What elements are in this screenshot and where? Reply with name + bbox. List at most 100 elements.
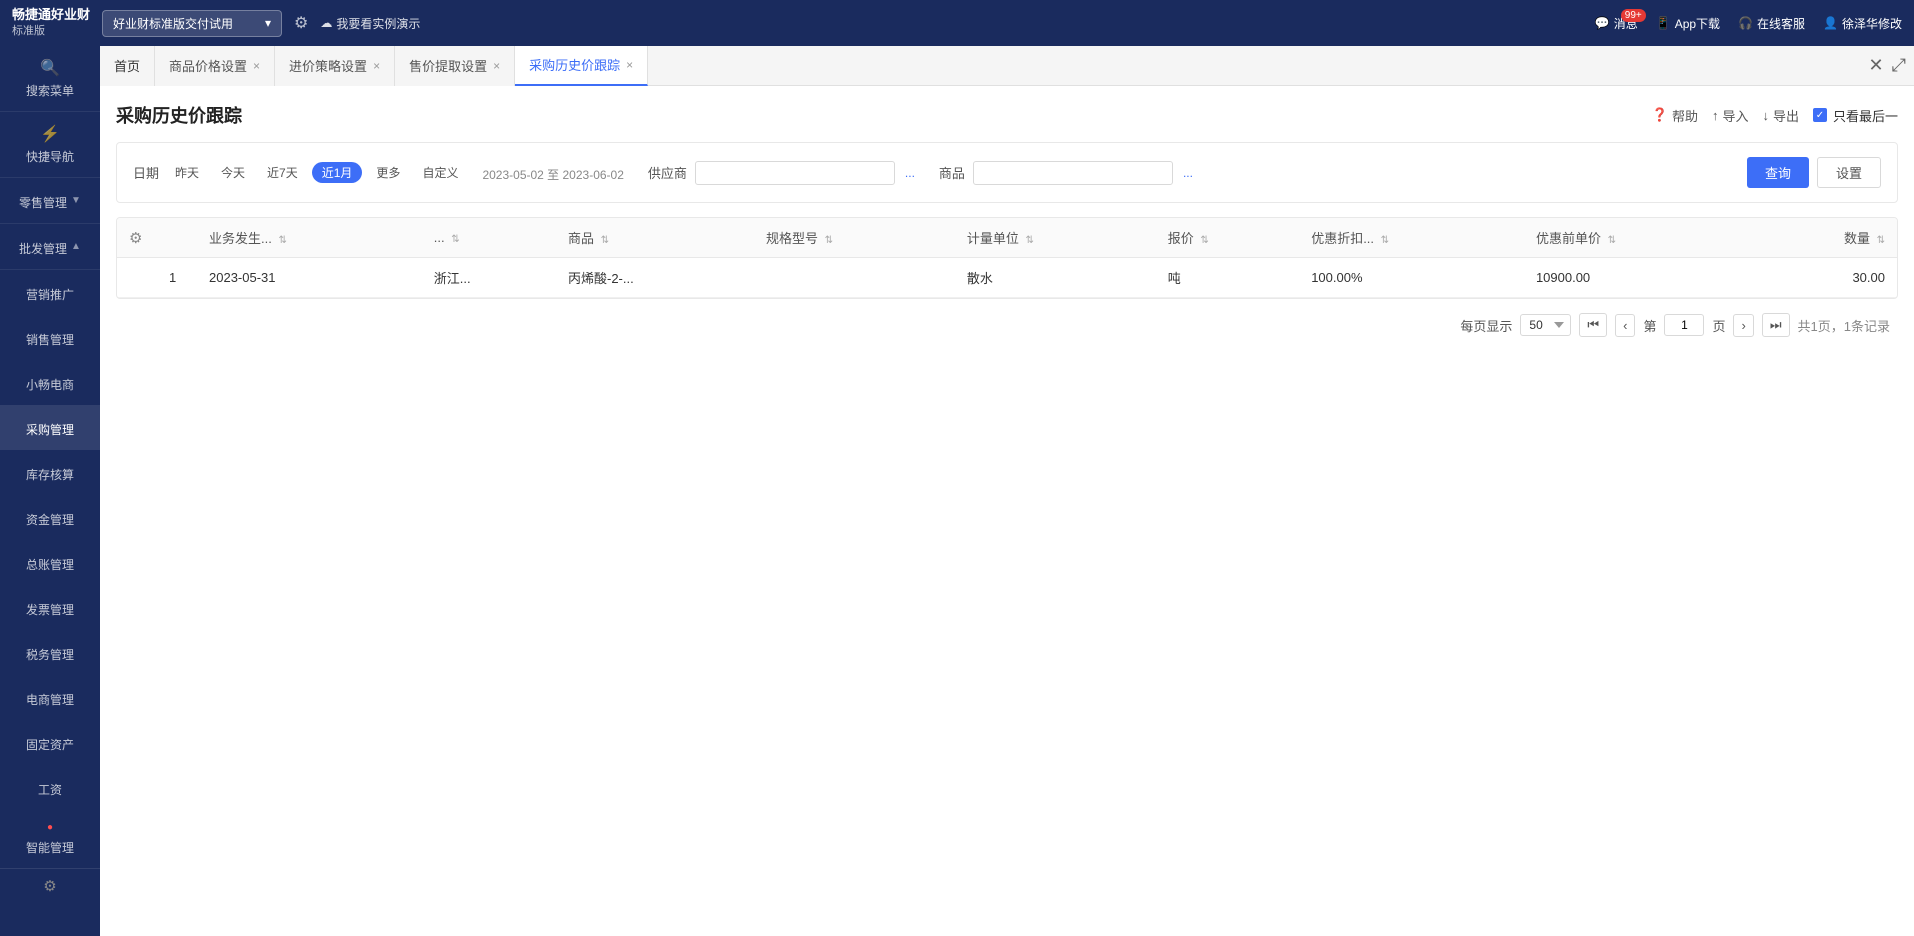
tab-purchase-strategy-label: 进价策略设置: [289, 56, 367, 75]
sidebar-item-inventory[interactable]: 库存核算: [0, 450, 100, 495]
tab-bar: 首页 商品价格设置 × 进价策略设置 × 售价提取设置 × 采购历史价跟踪 ×: [100, 46, 1914, 86]
tab-sale-price-close[interactable]: ×: [493, 59, 500, 73]
col-quote-label: 报价: [1168, 231, 1194, 246]
sidebar-item-marketing[interactable]: 营销推广: [0, 270, 100, 315]
only-last-checkbox-icon: ✓: [1813, 108, 1827, 122]
retail-arrow-icon: ▼: [71, 195, 81, 206]
sidebar: 🔍 搜索菜单 ⚡ 快捷导航 零售管理 ▼ 批发管理 ▲ 营销推广 销售管理: [0, 46, 100, 936]
row-discount-cell: 100.00%: [1299, 258, 1524, 298]
col-pre-discount-price[interactable]: 优惠前单价 ⇅: [1524, 218, 1754, 258]
export-button[interactable]: ↓ 导出: [1762, 106, 1799, 125]
demo-link[interactable]: ☁ 我要看实例演示: [320, 15, 420, 32]
date-today[interactable]: 今天: [213, 162, 253, 183]
export-label: 导出: [1773, 106, 1799, 125]
user-profile-button[interactable]: 👤 徐泽华修改: [1823, 15, 1902, 32]
sort-biz-date-icon: ⇅: [278, 235, 286, 246]
pagination-bar: 每页显示 20 50 100 200 ⏮ ‹ 第 页 › ⏭ 共1页，1条记录: [116, 299, 1898, 337]
col-quote[interactable]: 报价 ⇅: [1156, 218, 1299, 258]
version-label: 好业财标准版交付试用: [113, 15, 233, 32]
date-shortcuts: 昨天 今天 近7天 近1月 更多 自定义: [167, 162, 466, 183]
version-selector[interactable]: 好业财标准版交付试用 ▾: [102, 10, 282, 37]
page-total: 共1页，1条记录: [1798, 316, 1890, 335]
tab-purchase-strategy[interactable]: 进价策略设置 ×: [275, 46, 395, 86]
col-spec[interactable]: 规格型号 ⇅: [754, 218, 955, 258]
col-biz-date[interactable]: 业务发生... ⇅: [197, 218, 422, 258]
product-label: 商品: [939, 163, 965, 182]
sidebar-item-fixed-assets[interactable]: 固定资产: [0, 720, 100, 765]
product-input[interactable]: [973, 161, 1173, 185]
sidebar-item-tax[interactable]: 税务管理: [0, 630, 100, 675]
supplier-input[interactable]: [695, 161, 895, 185]
only-last-checkbox[interactable]: ✓ 只看最后一: [1813, 106, 1898, 125]
sidebar-item-retail[interactable]: 零售管理 ▼: [0, 178, 100, 224]
date-more[interactable]: 更多: [368, 162, 408, 183]
supplier-more[interactable]: ...: [905, 166, 915, 180]
import-button[interactable]: ↑ 导入: [1712, 106, 1749, 125]
col-discount[interactable]: 优惠折扣... ⇅: [1299, 218, 1524, 258]
sidebar-item-ecommerce-small[interactable]: 小畅电商: [0, 360, 100, 405]
last-page-button[interactable]: ⏭: [1762, 313, 1790, 337]
sidebar-item-finance[interactable]: 资金管理: [0, 495, 100, 540]
tab-close-all-button[interactable]: ✕: [1869, 55, 1884, 76]
row-spec-cell: [754, 258, 955, 298]
product-more[interactable]: ...: [1183, 166, 1193, 180]
sort-unit-icon: ⇅: [1025, 235, 1033, 246]
sidebar-item-purchase[interactable]: 采购管理: [0, 405, 100, 450]
table-settings-icon[interactable]: ⚙: [129, 230, 142, 247]
logo-sub: 标准版: [12, 24, 90, 38]
date-custom[interactable]: 自定义: [414, 162, 466, 183]
sidebar-ecommerce-small-label: 小畅电商: [26, 376, 74, 393]
sidebar-wholesale-label: 批发管理: [19, 240, 67, 257]
messages-button[interactable]: 💬 消息 99+: [1595, 15, 1638, 32]
date-yesterday[interactable]: 昨天: [167, 162, 207, 183]
row-settings-cell: [117, 258, 157, 298]
col-settings[interactable]: ⚙: [117, 218, 157, 258]
sidebar-ledger-label: 总账管理: [26, 556, 74, 573]
tab-commodity-price[interactable]: 商品价格设置 ×: [155, 46, 275, 86]
sidebar-quick-nav[interactable]: ⚡ 快捷导航: [0, 112, 100, 178]
sidebar-search[interactable]: 🔍 搜索菜单: [0, 46, 100, 112]
sidebar-item-invoice[interactable]: 发票管理: [0, 585, 100, 630]
first-page-button[interactable]: ⏮: [1579, 313, 1607, 337]
sidebar-item-wholesale[interactable]: 批发管理 ▲: [0, 224, 100, 270]
tab-commodity-price-close[interactable]: ×: [253, 59, 260, 73]
smart-dot-indicator: ●: [47, 822, 53, 833]
online-service-button[interactable]: 🎧 在线客服: [1738, 15, 1805, 32]
sidebar-purchase-label: 采购管理: [26, 421, 74, 438]
col-quantity[interactable]: 数量 ⇅: [1753, 218, 1897, 258]
sidebar-item-payroll[interactable]: 工资: [0, 765, 100, 810]
date-1month[interactable]: 近1月: [312, 162, 363, 183]
tab-home[interactable]: 首页: [100, 46, 155, 86]
col-product[interactable]: 商品 ⇅: [556, 218, 754, 258]
table-row: 1 2023-05-31 浙江... 丙烯酸-2-... 散水 吨 100.00…: [117, 258, 1897, 298]
date-7days[interactable]: 近7天: [259, 162, 306, 183]
row-pre-discount-price-cell: 10900.00: [1524, 258, 1754, 298]
sidebar-item-smart[interactable]: ● 智能管理: [0, 810, 100, 868]
sidebar-item-ledger[interactable]: 总账管理: [0, 540, 100, 585]
col-unit[interactable]: 计量单位 ⇅: [955, 218, 1156, 258]
col-more[interactable]: ... ⇅: [422, 218, 556, 258]
user-name: 徐泽华修改: [1842, 15, 1902, 32]
page-input[interactable]: [1664, 314, 1704, 336]
tab-expand-button[interactable]: ⤢: [1892, 55, 1906, 76]
settings-button[interactable]: 设置: [1817, 157, 1881, 188]
per-page-select[interactable]: 20 50 100 200: [1520, 314, 1571, 336]
tab-purchase-history-close[interactable]: ×: [626, 58, 633, 72]
app-download-button[interactable]: 📱 App下载: [1656, 15, 1720, 32]
next-page-button[interactable]: ›: [1733, 314, 1753, 337]
sidebar-marketing-label: 营销推广: [26, 286, 74, 303]
tab-commodity-price-label: 商品价格设置: [169, 56, 247, 75]
sort-more-icon: ⇅: [451, 234, 459, 245]
sidebar-inventory-label: 库存核算: [26, 466, 74, 483]
sidebar-settings-icon[interactable]: ⚙: [43, 877, 56, 895]
tab-purchase-strategy-close[interactable]: ×: [373, 59, 380, 73]
top-settings-icon[interactable]: ⚙: [294, 13, 308, 33]
tab-sale-price[interactable]: 售价提取设置 ×: [395, 46, 515, 86]
tab-purchase-history[interactable]: 采购历史价跟踪 ×: [515, 46, 648, 86]
sidebar-item-ecommerce[interactable]: 电商管理: [0, 675, 100, 720]
help-button[interactable]: ❓ 帮助: [1652, 106, 1698, 125]
dropdown-arrow-icon: ▾: [265, 16, 271, 30]
prev-page-button[interactable]: ‹: [1615, 314, 1635, 337]
query-button[interactable]: 查询: [1747, 157, 1809, 188]
sidebar-item-sales[interactable]: 销售管理: [0, 315, 100, 360]
